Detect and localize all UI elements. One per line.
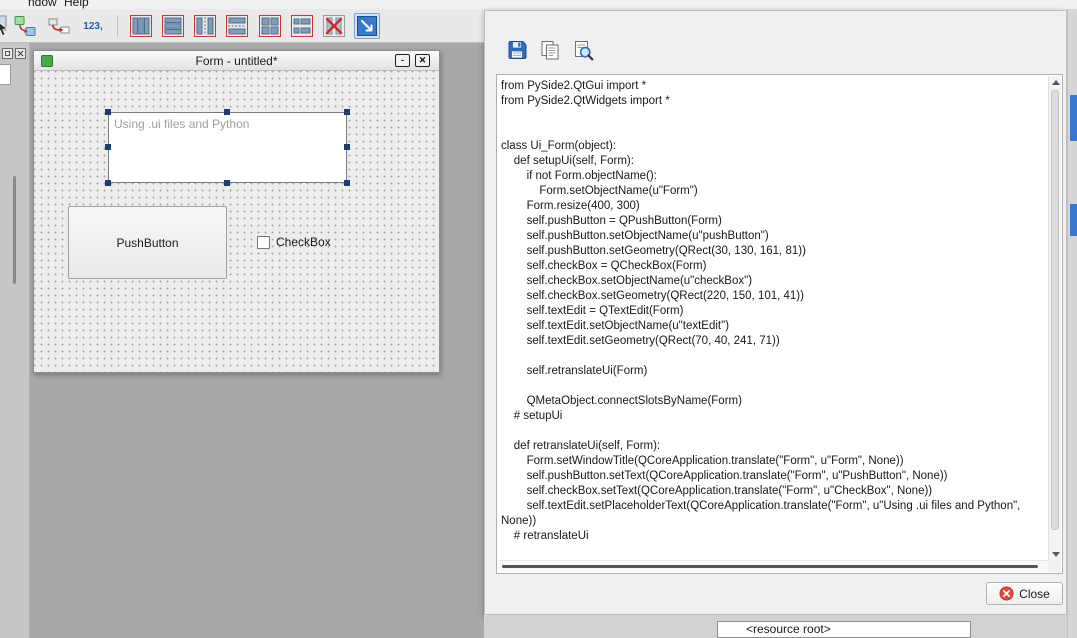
minimize-icon: - [401, 56, 404, 65]
form-canvas[interactable]: Using .ui files and Python PushButton Ch… [34, 71, 439, 372]
lay-out-horizontally-icon [129, 14, 153, 38]
adjust-size-button[interactable] [354, 13, 380, 39]
code-preview-dialog: from PySide2.QtGui import * from PySide2… [484, 10, 1067, 615]
find-icon [572, 39, 594, 61]
copy-icon [539, 39, 561, 61]
checkbox-label: CheckBox [276, 235, 331, 249]
vertical-scrollbar-thumb[interactable] [1051, 90, 1059, 530]
dock-float-button[interactable] [2, 48, 13, 59]
minimize-button[interactable]: - [395, 54, 410, 67]
selection-handle-mid-right[interactable] [344, 144, 350, 150]
qt-designer-screen: ndow Help 123, [0, 0, 1077, 638]
resource-root-item[interactable]: <resource root> [718, 622, 970, 637]
lay-out-horizontally-in-splitter-icon [193, 14, 217, 38]
lay-out-horizontally-in-splitter-button[interactable] [192, 13, 218, 39]
adjust-size-icon [355, 14, 379, 38]
selection-handle-bottom-mid[interactable] [224, 180, 230, 186]
find-button[interactable] [570, 37, 596, 63]
dock-float-icon [5, 51, 10, 56]
horizontal-scrollbar[interactable] [498, 560, 1048, 572]
form-window-title: Form - untitled* [34, 54, 439, 68]
background-selection-mark [1070, 95, 1077, 141]
textedit-placeholder: Using .ui files and Python [109, 113, 346, 135]
dock-close-icon [17, 50, 24, 57]
close-dialog-label: Close [1019, 587, 1050, 601]
menu-window[interactable]: ndow [28, 0, 57, 9]
textedit-widget[interactable]: Using .ui files and Python [108, 112, 347, 183]
save-button[interactable] [504, 37, 530, 63]
lay-out-in-form-layout-icon [290, 14, 314, 38]
edit-tab-order-button[interactable]: 123, [80, 13, 106, 39]
edit-buddies-icon [47, 14, 71, 38]
generated-code[interactable]: from PySide2.QtGui import * from PySide2… [497, 75, 1048, 561]
scrollbar-corner [1048, 560, 1061, 572]
designer-form-window: Form - untitled* - ✕ Using .ui files and… [33, 50, 440, 373]
selection-handle-bottom-right[interactable] [344, 180, 350, 186]
scroll-up-arrow-icon[interactable] [1049, 76, 1062, 88]
code-view: from PySide2.QtGui import * from PySide2… [496, 74, 1063, 574]
close-dialog-button[interactable]: Close [986, 582, 1063, 605]
widget-filter-input[interactable] [0, 64, 11, 85]
edit-signals-slots-button[interactable] [12, 13, 38, 39]
selection-handle-top-left[interactable] [105, 109, 111, 115]
background-selection-mark [1070, 204, 1077, 236]
horizontal-scrollbar-thumb[interactable] [502, 565, 1038, 568]
break-layout-button[interactable] [321, 13, 347, 39]
pushbutton-widget[interactable]: PushButton [68, 206, 227, 279]
resource-tree: <resource root> [717, 621, 971, 638]
selection-handle-top-mid[interactable] [224, 109, 230, 115]
window-close-icon: ✕ [419, 56, 427, 65]
break-layout-icon [322, 14, 346, 38]
lay-out-in-grid-button[interactable] [257, 13, 283, 39]
menu-bar: ndow Help [0, 0, 1077, 9]
form-window-titlebar[interactable]: Form - untitled* - ✕ [34, 51, 439, 71]
edit-buddies-button[interactable] [46, 13, 72, 39]
window-close-button[interactable]: ✕ [415, 54, 430, 67]
close-icon [999, 586, 1014, 601]
selection-handle-mid-left[interactable] [105, 144, 111, 150]
lay-out-vertically-icon [161, 14, 185, 38]
toolbar-separator [117, 15, 118, 37]
lay-out-vertically-in-splitter-icon [225, 14, 249, 38]
lay-out-horizontally-button[interactable] [128, 13, 154, 39]
lay-out-vertically-button[interactable] [160, 13, 186, 39]
widget-box-dock-fragment [0, 43, 30, 638]
background-window-edge [1067, 9, 1077, 638]
lay-out-in-form-layout-button[interactable] [289, 13, 315, 39]
checkbox-box-icon[interactable] [257, 236, 270, 249]
edit-widgets-icon [0, 14, 12, 38]
checkbox-widget[interactable]: CheckBox [257, 235, 331, 249]
edit-tab-order-icon: 123, [83, 21, 102, 32]
pushbutton-label: PushButton [116, 236, 178, 250]
scroll-down-arrow-icon[interactable] [1049, 548, 1062, 560]
edit-signals-slots-icon [13, 14, 37, 38]
menu-help[interactable]: Help [64, 0, 89, 9]
selection-handle-bottom-left[interactable] [105, 180, 111, 186]
dock-scrollbar-thumb[interactable] [13, 176, 16, 284]
selection-handle-top-right[interactable] [344, 109, 350, 115]
copy-button[interactable] [537, 37, 563, 63]
lay-out-vertically-in-splitter-button[interactable] [224, 13, 250, 39]
vertical-scrollbar[interactable] [1048, 76, 1061, 560]
save-icon [506, 39, 528, 61]
lay-out-in-grid-icon [258, 14, 282, 38]
dock-close-button[interactable] [15, 48, 26, 59]
